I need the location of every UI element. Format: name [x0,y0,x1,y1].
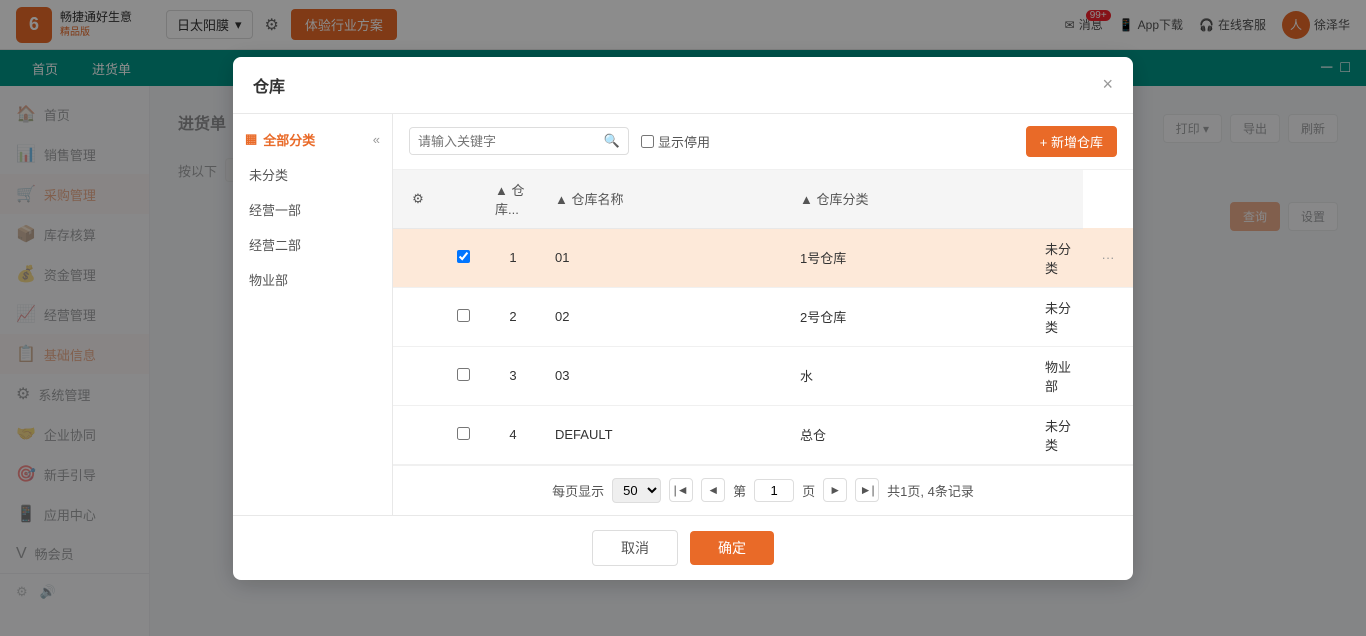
confirm-button[interactable]: 确定 [690,531,774,565]
modal-sidebar: ▦ 全部分类 « 未分类 经营一部 经营二部 物业部 [233,114,393,515]
category-all-btn[interactable]: ▦ 全部分类 [233,122,327,157]
row-no: 4 [483,405,543,464]
row-name: 1号仓库 [788,228,1033,287]
row-checkbox-cell[interactable] [443,228,483,287]
grid-icon: ▦ [245,131,257,147]
row-settings-cell [393,346,443,405]
col-checkbox [443,170,483,229]
modal-footer: 取消 确定 [233,515,1133,580]
row-code: DEFAULT [543,405,788,464]
row-code: 02 [543,287,788,346]
row-settings-cell [393,228,443,287]
row-more[interactable] [1083,346,1133,405]
row-checkbox[interactable] [457,250,470,263]
search-input[interactable] [410,129,596,154]
category-item-dept1[interactable]: 经营一部 [233,192,392,227]
row-code: 03 [543,346,788,405]
close-icon[interactable]: × [1102,74,1113,95]
row-settings-cell [393,287,443,346]
prev-page-btn[interactable]: ◄ [701,478,725,502]
col-code: ▲ 仓库... [483,170,543,229]
row-category: 未分类 [1033,405,1083,464]
row-name: 总仓 [788,405,1033,464]
row-checkbox[interactable] [457,368,470,381]
modal-title: 仓库 [253,73,285,97]
sidebar-collapse-btn[interactable]: « [373,132,388,147]
warehouse-table: ⚙ ▲ 仓库... ▲ 仓库名称 ▲ 仓库分类 [393,170,1133,465]
search-icon[interactable]: 🔍 [596,128,628,154]
row-checkbox-cell[interactable] [443,346,483,405]
row-more[interactable] [1083,405,1133,464]
add-warehouse-button[interactable]: + 新增仓库 [1026,126,1117,157]
settings-th-icon: ⚙ [412,191,424,206]
modal-toolbar: 🔍 显示停用 + 新增仓库 [393,114,1133,170]
row-code: 01 [543,228,788,287]
table-row[interactable]: 3 03 水 物业部 [393,346,1133,405]
per-page-select[interactable]: 50 [612,478,661,503]
table-header-row: ⚙ ▲ 仓库... ▲ 仓库名称 ▲ 仓库分类 [393,170,1133,229]
row-name: 2号仓库 [788,287,1033,346]
page-input[interactable] [754,479,794,502]
modal-main: 🔍 显示停用 + 新增仓库 ⚙ [393,114,1133,515]
row-no: 1 [483,228,543,287]
row-name: 水 [788,346,1033,405]
row-settings-cell [393,405,443,464]
row-no: 2 [483,287,543,346]
row-checkbox-cell[interactable] [443,405,483,464]
first-page-btn[interactable]: |◄ [669,478,693,502]
show-disabled-label[interactable]: 显示停用 [641,132,710,151]
row-no: 3 [483,346,543,405]
table-row[interactable]: 2 02 2号仓库 未分类 [393,287,1133,346]
row-more[interactable]: ··· [1083,228,1133,287]
row-more[interactable] [1083,287,1133,346]
modal-body: ▦ 全部分类 « 未分类 经营一部 经营二部 物业部 🔍 [233,114,1133,515]
modal-pagination: 每页显示 50 |◄ ◄ 第 页 ► ►| 共1页, 4条记录 [393,465,1133,515]
category-item-dept2[interactable]: 经营二部 [233,227,392,262]
row-category: 物业部 [1033,346,1083,405]
col-name: ▲ 仓库名称 [543,170,788,229]
col-settings: ⚙ [393,170,443,229]
modal-overlay: 仓库 × ▦ 全部分类 « 未分类 经营一部 经营二部 物业部 [0,0,1366,636]
table-row[interactable]: 4 DEFAULT 总仓 未分类 [393,405,1133,464]
table-row[interactable]: 1 01 1号仓库 未分类 ··· [393,228,1133,287]
cancel-button[interactable]: 取消 [592,530,678,566]
next-page-btn[interactable]: ► [823,478,847,502]
row-checkbox-cell[interactable] [443,287,483,346]
search-input-wrap: 🔍 [409,127,629,155]
modal-header: 仓库 × [233,57,1133,114]
warehouse-table-wrap: ⚙ ▲ 仓库... ▲ 仓库名称 ▲ 仓库分类 [393,170,1133,465]
row-checkbox[interactable] [457,309,470,322]
col-actions [1033,170,1083,229]
show-disabled-checkbox[interactable] [641,135,654,148]
last-page-btn[interactable]: ►| [855,478,879,502]
row-category: 未分类 [1033,228,1083,287]
row-category: 未分类 [1033,287,1083,346]
category-item-unclassified[interactable]: 未分类 [233,157,392,192]
warehouse-modal: 仓库 × ▦ 全部分类 « 未分类 经营一部 经营二部 物业部 [233,57,1133,580]
row-checkbox[interactable] [457,427,470,440]
col-category: ▲ 仓库分类 [788,170,1033,229]
category-item-property[interactable]: 物业部 [233,262,392,297]
